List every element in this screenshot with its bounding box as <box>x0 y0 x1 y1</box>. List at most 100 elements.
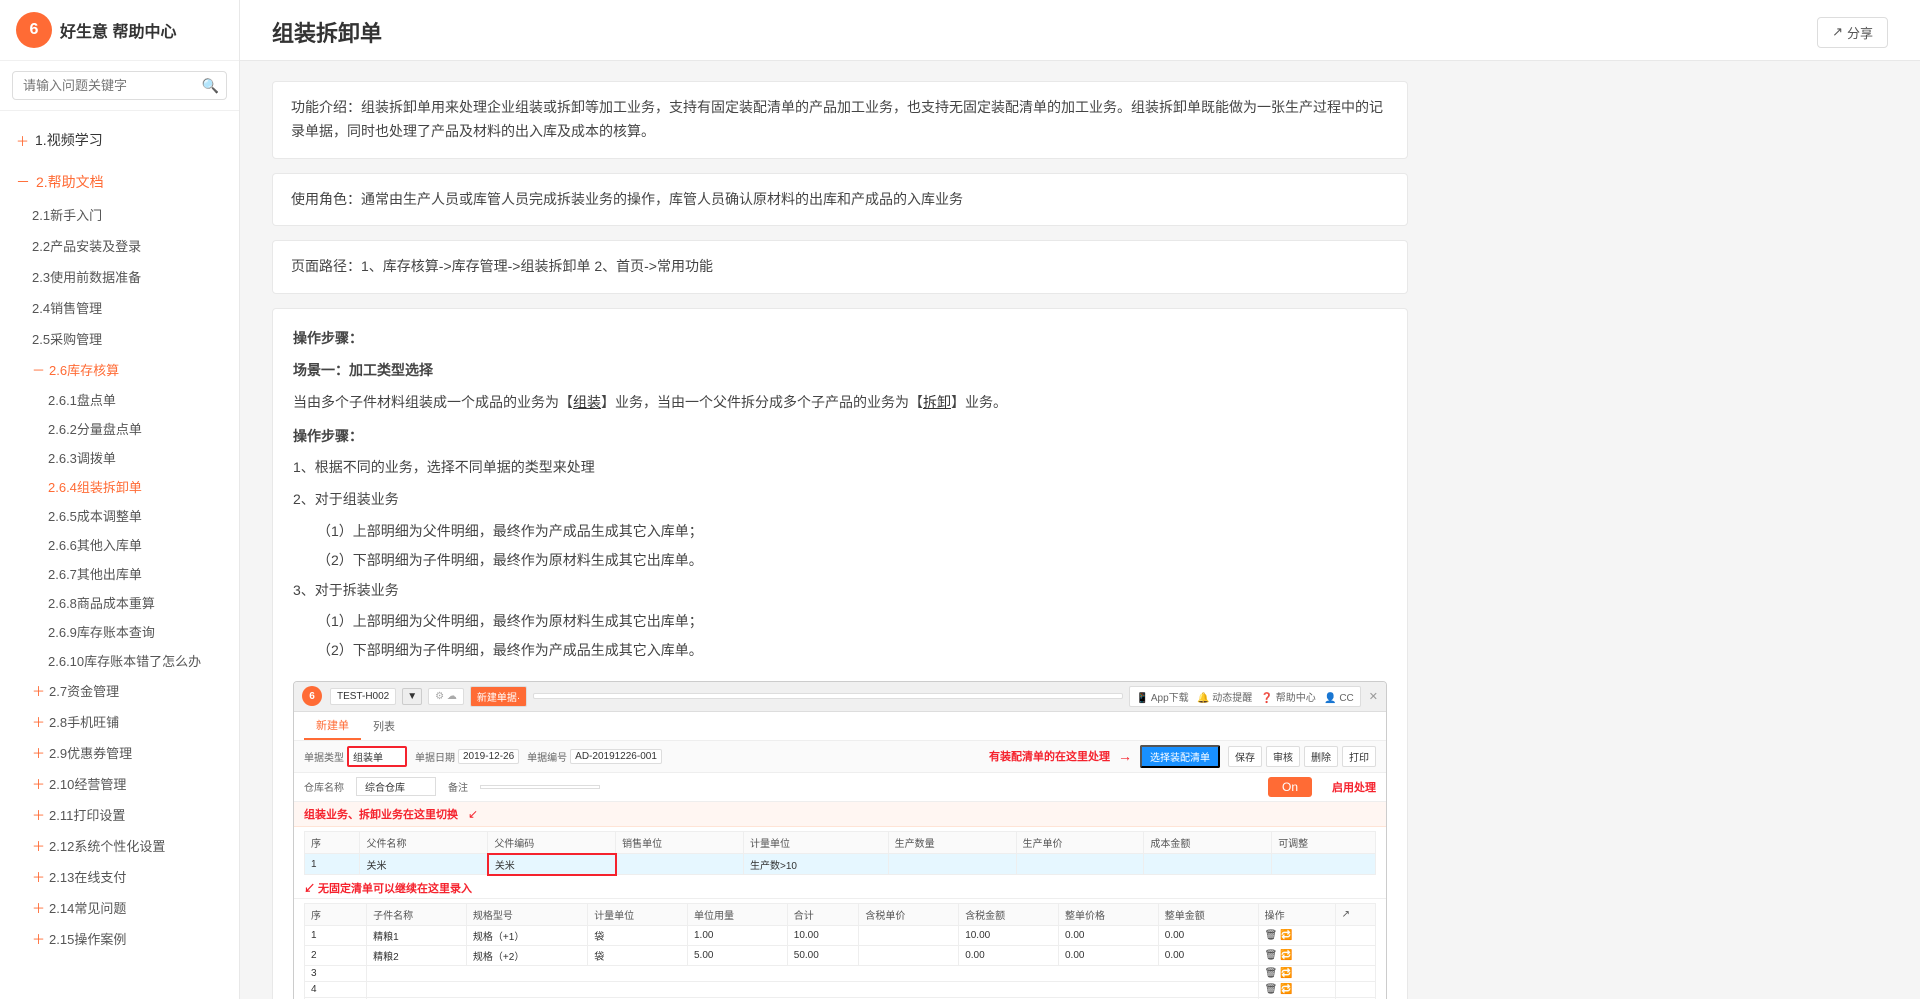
sidebar-item-mobile[interactable]: ＋2.8手机旺铺 <box>0 706 239 737</box>
sim-lcell-taxprice2 <box>859 945 959 965</box>
sidebar-item-ops[interactable]: ＋2.10经营管理 <box>0 768 239 799</box>
sidebar-item-adjust[interactable]: 2.6.3调拨单 <box>0 443 239 472</box>
sidebar-item-assembly[interactable]: 2.6.4组装拆卸单 <box>0 472 239 501</box>
sim-cell-adj <box>1272 854 1376 875</box>
search-icon[interactable]: 🔍 <box>202 77 219 94</box>
sim-save-btn[interactable]: 保存 <box>1228 746 1262 767</box>
page-path-box: 页面路径：1、库存核算->库存管理->组装拆卸单 2、首页->常用功能 <box>272 240 1408 294</box>
sim-select-bill-btn[interactable]: 选择装配清单 <box>1140 745 1220 768</box>
sidebar-item-faq[interactable]: ＋2.14常见问题 <box>0 892 239 923</box>
sim-bill-type-field: 单据类型 组装单 <box>304 746 407 767</box>
table-row[interactable]: 4 🗑 🔁 <box>305 981 1376 997</box>
sim-app-icons: 📱 App下载 🔔 动态提醒 ❓ 帮助中心 👤 CC <box>1129 686 1361 707</box>
sidebar-item-inventory[interactable]: －2.6库存核算 <box>0 354 239 385</box>
step2: 2、对于组装业务 <box>293 488 1387 512</box>
sim-lcell-code2: 规格（+2） <box>466 945 587 965</box>
sim-new-btn[interactable]: 新建单据· <box>470 686 527 707</box>
table-row[interactable]: 2 精粮2 规格（+2） 袋 5.00 50.00 0.00 0.00 0 <box>305 945 1376 965</box>
sim-lcell-op3: 🗑 🔁 <box>1258 965 1335 981</box>
sim-lcell-empty3 <box>367 965 1258 981</box>
sim-cell-cost <box>1144 854 1272 875</box>
search-input[interactable] <box>12 71 227 100</box>
sim-close-icon[interactable]: ✕ <box>1369 690 1378 703</box>
sim-cell-uprice <box>1016 854 1144 875</box>
sim-lcell-taxamt1: 10.00 <box>959 925 1059 945</box>
sim-print-btn[interactable]: 打印 <box>1342 746 1376 767</box>
sim-lcell-seq4: 4 <box>305 981 367 997</box>
sim-lth-child-code: 规格型号 <box>466 903 587 925</box>
sidebar-item-video[interactable]: ＋ 1.视频学习 <box>0 123 239 157</box>
sim-lcell-total1: 10.00 <box>787 925 859 945</box>
step2-sub2: （2）下部明细为子件明细，最终作为原材料生成其它出库单。 <box>317 549 1387 573</box>
sim-cell-unit <box>616 854 744 875</box>
sim-lcell-taxprice1 <box>859 925 959 945</box>
sim-lcell-op2: 🗑 🔁 <box>1258 945 1335 965</box>
sidebar-item-online-pay[interactable]: ＋2.13在线支付 <box>0 861 239 892</box>
sim-tab-list[interactable]: 列表 <box>361 713 407 739</box>
sidebar-item-finance[interactable]: ＋2.7资金管理 <box>0 675 239 706</box>
operations-title: 操作步骤： <box>293 327 1387 351</box>
sidebar-item-docs[interactable]: － 2.帮助文档 <box>0 165 239 199</box>
annotation-arrow-1: → <box>1118 748 1132 764</box>
sim-lcell-qty2: 5.00 <box>687 945 787 965</box>
sidebar-item-dataprep[interactable]: 2.3使用前数据准备 <box>0 261 239 292</box>
sim-lcell-totalamt1: 0.00 <box>1158 925 1258 945</box>
sim-tabs-spacer <box>407 721 431 731</box>
share-button[interactable]: ↗ 分享 <box>1817 17 1888 48</box>
sim-lcell-empty4 <box>367 981 1258 997</box>
table-row[interactable]: 3 🗑 🔁 <box>305 965 1376 981</box>
sim-lcell-unit1: 袋 <box>588 925 688 945</box>
sidebar-item-other-out[interactable]: 2.6.7其他出库单 <box>0 559 239 588</box>
sim-bill-no-input[interactable]: AD-20191226-001 <box>570 749 662 764</box>
on-badge[interactable]: On <box>1268 777 1312 797</box>
sim-lth-seq: 序 <box>305 903 367 925</box>
sidebar-item-goods-cost[interactable]: 2.6.8商品成本重算 <box>0 588 239 617</box>
page-title: 组装拆卸单 <box>272 16 382 48</box>
sim-toolbar: 单据类型 组装单 单据日期 2019-12-26 单据编号 AD-2019122… <box>294 741 1386 773</box>
sim-lth-unit: 计量单位 <box>588 903 688 925</box>
sidebar-item-stocktake[interactable]: 2.6.1盘点单 <box>0 385 239 414</box>
sim-th-measure: 计量单位 <box>744 831 889 854</box>
sidebar-item-install[interactable]: 2.2产品安装及登录 <box>0 230 239 261</box>
sidebar-item-print[interactable]: ＋2.11打印设置 <box>0 799 239 830</box>
sim-memo-input[interactable] <box>480 785 600 789</box>
sidebar-item-coupon[interactable]: ＋2.9优惠券管理 <box>0 737 239 768</box>
sidebar-item-cost-adj[interactable]: 2.6.5成本调整单 <box>0 501 239 530</box>
sim-tabs: 新建单 列表 <box>294 712 1386 741</box>
sim-bill-type-input[interactable]: 组装单 <box>347 746 407 767</box>
sim-th-parent-name: 父件名称 <box>360 831 488 854</box>
sidebar-item-newcomer[interactable]: 2.1新手入门 <box>0 199 239 230</box>
collapse-icon-docs: － <box>16 172 30 192</box>
sim-date-input[interactable]: 2019-12-26 <box>458 749 519 764</box>
sim-lth-total-cost: 整单价格 <box>1058 903 1158 925</box>
sim-audit-btn[interactable]: 审核 <box>1266 746 1300 767</box>
function-intro-text: 功能介绍：组装拆卸单用来处理企业组装或拆卸等加工业务，支持有固定装配清单的产品加… <box>291 99 1383 139</box>
step1: 1、根据不同的业务，选择不同单据的类型来处理 <box>293 456 1387 480</box>
sidebar-item-personalize[interactable]: ＋2.12系统个性化设置 <box>0 830 239 861</box>
sim-bill-no-label: 单据编号 <box>527 749 567 764</box>
sim-tab-new[interactable]: 新建单 <box>304 712 361 740</box>
sidebar-item-split-stock[interactable]: 2.6.2分量盘点单 <box>0 414 239 443</box>
screenshot-container: 6 TEST-H002 ▼ ⚙ ☁ 新建单据· 📱 App下载 🔔 动态提醒 ❓… <box>293 681 1387 999</box>
sim-lcell-seq3: 3 <box>305 965 367 981</box>
sim-annotation4-row: ↙ 无固定清单可以继续在这里录入 <box>294 878 1386 898</box>
sim-warehouse-input[interactable]: 综合仓库 <box>356 777 436 796</box>
sidebar-item-cases[interactable]: ＋2.15操作案例 <box>0 923 239 954</box>
sim-upper-table-container: 序 父件名称 父件编码 销售单位 计量单位 生产数量 生产单价 成本金额 可调整 <box>294 827 1386 878</box>
sim-lcell-code1: 规格（+1） <box>466 925 587 945</box>
sidebar-item-sales[interactable]: 2.4销售管理 <box>0 292 239 323</box>
table-row[interactable]: 1 精粮1 规格（+1） 袋 1.00 10.00 10.00 0.00 <box>305 925 1376 945</box>
sim-cell-seq: 1 <box>305 854 360 875</box>
content-body: 功能介绍：组装拆卸单用来处理企业组装或拆卸等加工业务，支持有固定装配清单的产品加… <box>240 61 1440 999</box>
operations-section: 操作步骤： 场景一：加工类型选择 当由多个子件材料组装成一个成品的业务为【组装】… <box>272 308 1408 999</box>
sidebar-item-purchase[interactable]: 2.5采购管理 <box>0 323 239 354</box>
sidebar-item-account-err[interactable]: 2.6.10库存账本错了怎么办 <box>0 646 239 675</box>
sidebar-item-other-in[interactable]: 2.6.6其他入库单 <box>0 530 239 559</box>
sim-cell-qty <box>888 854 1016 875</box>
sim-delete-btn[interactable]: 删除 <box>1304 746 1338 767</box>
sidebar-item-inv-check[interactable]: 2.6.9库存账本查询 <box>0 617 239 646</box>
sim-lcell-name2: 精粮2 <box>367 945 467 965</box>
sim-warehouse-label: 仓库名称 <box>304 779 344 794</box>
table-row[interactable]: 1 关米 关米 生产数>10 <box>305 854 1376 875</box>
share-icon: ↗ <box>1832 24 1843 40</box>
